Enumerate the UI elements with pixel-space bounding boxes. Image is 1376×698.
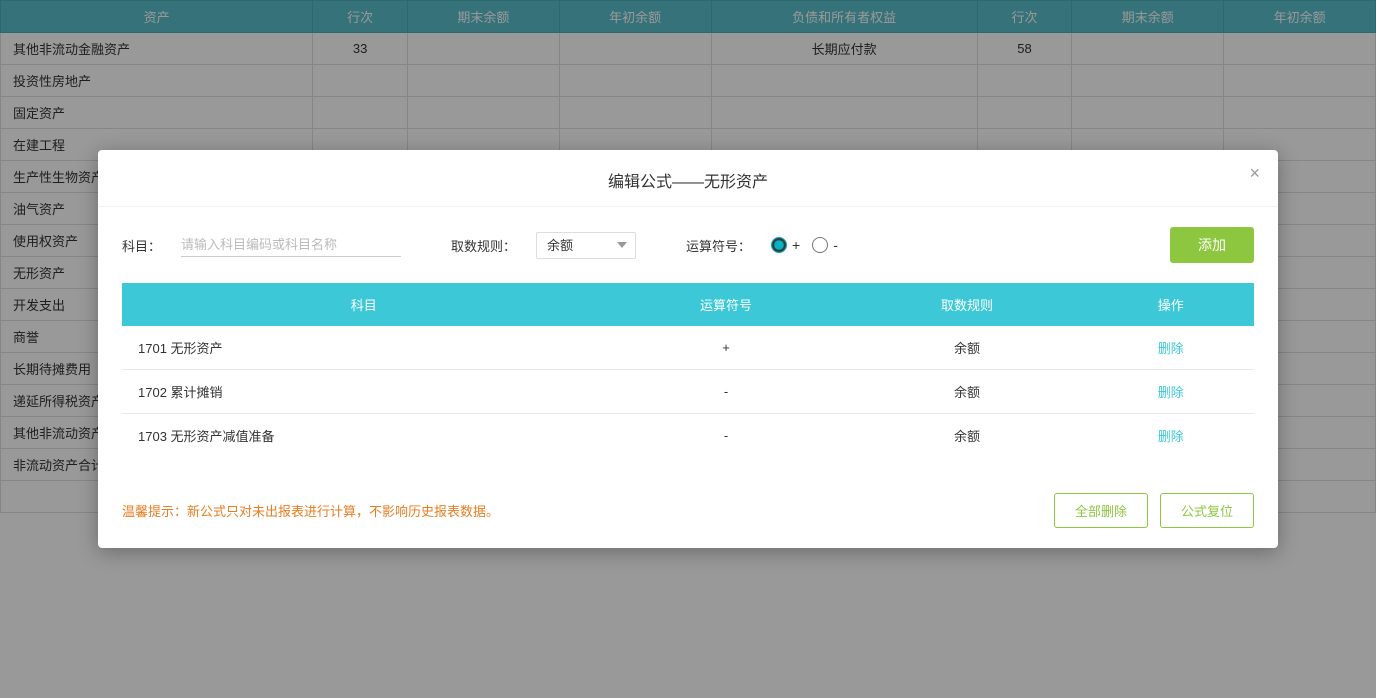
form-row: 科目： 取数规则： 余额 借方 贷方 借方余额 贷方余额 运算符号： <box>122 227 1254 263</box>
cell-rule: 余额 <box>847 414 1088 458</box>
formula-table: 科目 运算符号 取数规则 操作 1701 无形资产 + 余额 删除 1702 累… <box>122 283 1254 457</box>
cell-operator: + <box>606 326 847 370</box>
footer-buttons: 全部删除 公式复位 <box>1054 493 1254 528</box>
cell-subject: 1702 累计摊销 <box>122 370 606 414</box>
modal-dialog: 编辑公式——无形资产 × 科目： 取数规则： 余额 借方 贷方 借方余额 贷方余… <box>98 150 1278 548</box>
th-rule: 取数规则 <box>847 283 1088 326</box>
delete-link[interactable]: 删除 <box>1158 429 1184 444</box>
modal-footer: 温馨提示：新公式只对未出报表进行计算，不影响历史报表数据。 全部删除 公式复位 <box>98 477 1278 548</box>
cell-operator: - <box>606 370 847 414</box>
modal-close-button[interactable]: × <box>1249 164 1260 182</box>
radio-minus[interactable] <box>812 237 828 253</box>
radio-plus[interactable] <box>771 237 787 253</box>
cell-subject: 1701 无形资产 <box>122 326 606 370</box>
modal-overlay: 编辑公式——无形资产 × 科目： 取数规则： 余额 借方 贷方 借方余额 贷方余… <box>0 0 1376 698</box>
reset-formula-button[interactable]: 公式复位 <box>1160 493 1254 528</box>
delete-link[interactable]: 删除 <box>1158 385 1184 400</box>
table-row: 1701 无形资产 + 余额 删除 <box>122 326 1254 370</box>
delete-link[interactable]: 删除 <box>1158 341 1184 356</box>
add-button[interactable]: 添加 <box>1170 227 1254 263</box>
radio-minus-item[interactable]: - <box>812 237 838 253</box>
th-action: 操作 <box>1088 283 1254 326</box>
modal-title: 编辑公式——无形资产 <box>608 174 768 191</box>
rule-label: 取数规则： <box>451 236 516 255</box>
th-subject: 科目 <box>122 283 606 326</box>
table-row: 1703 无形资产减值准备 - 余额 删除 <box>122 414 1254 458</box>
cell-action: 删除 <box>1088 370 1254 414</box>
cell-rule: 余额 <box>847 326 1088 370</box>
rule-select[interactable]: 余额 借方 贷方 借方余额 贷方余额 <box>536 232 636 259</box>
th-operator: 运算符号 <box>606 283 847 326</box>
cell-action: 删除 <box>1088 414 1254 458</box>
subject-label: 科目： <box>122 236 161 255</box>
radio-minus-label: - <box>833 237 838 253</box>
delete-all-button[interactable]: 全部删除 <box>1054 493 1148 528</box>
operator-label: 运算符号： <box>686 236 751 255</box>
table-header-row: 科目 运算符号 取数规则 操作 <box>122 283 1254 326</box>
rule-select-wrap: 余额 借方 贷方 借方余额 贷方余额 <box>536 232 636 259</box>
table-row: 1702 累计摊销 - 余额 删除 <box>122 370 1254 414</box>
tip-text: 温馨提示：新公式只对未出报表进行计算，不影响历史报表数据。 <box>122 501 499 520</box>
cell-action: 删除 <box>1088 326 1254 370</box>
modal-body: 科目： 取数规则： 余额 借方 贷方 借方余额 贷方余额 运算符号： <box>98 207 1278 477</box>
cell-subject: 1703 无形资产减值准备 <box>122 414 606 458</box>
subject-input[interactable] <box>181 233 401 257</box>
operator-group: + - <box>771 237 838 253</box>
radio-plus-label: + <box>792 237 800 253</box>
modal-header: 编辑公式——无形资产 × <box>98 150 1278 207</box>
radio-plus-item[interactable]: + <box>771 237 800 253</box>
cell-operator: - <box>606 414 847 458</box>
cell-rule: 余额 <box>847 370 1088 414</box>
